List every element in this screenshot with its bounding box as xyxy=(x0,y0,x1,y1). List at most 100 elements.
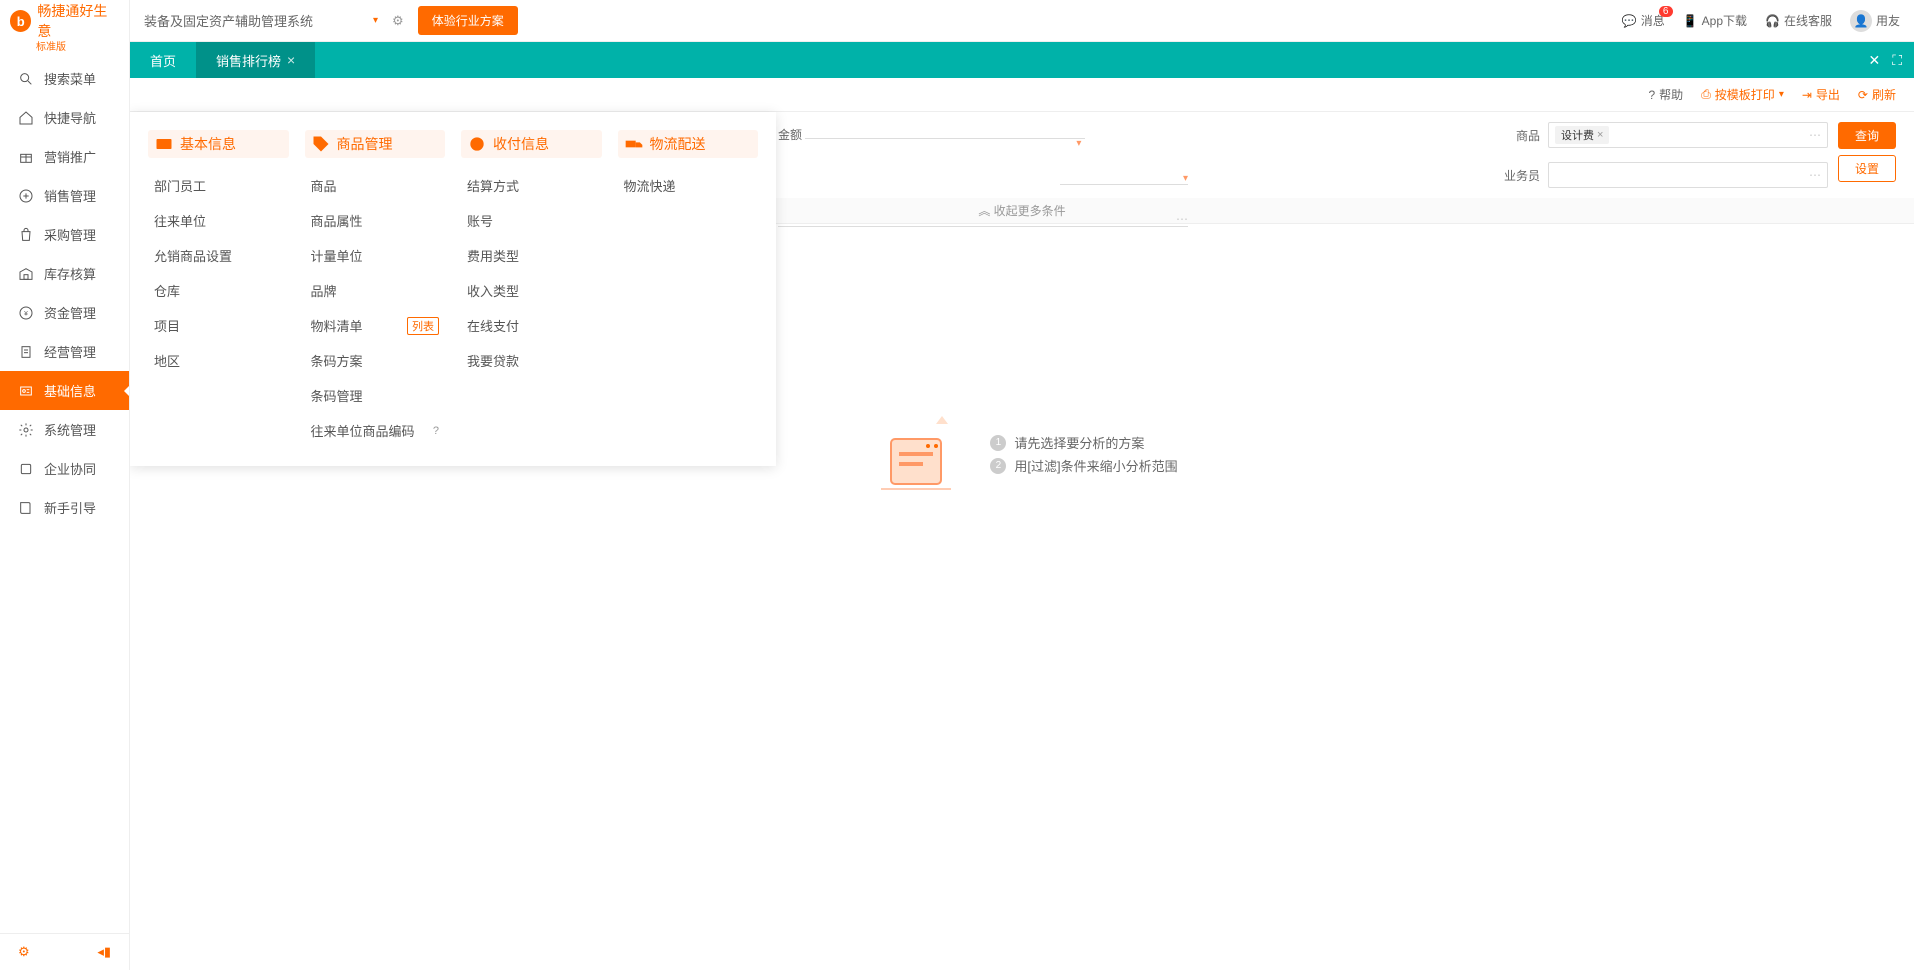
nav-sales[interactable]: 销售管理 xyxy=(0,176,129,215)
flyout-item-settlement[interactable]: 结算方式 xyxy=(461,168,602,203)
chevron-down-icon: ▾ xyxy=(373,15,378,26)
user-menu[interactable]: 👤 用友 xyxy=(1850,10,1900,32)
flyout-item-express[interactable]: 物流快递 xyxy=(618,168,759,203)
nav-enterprise[interactable]: 企业协同 xyxy=(0,449,129,488)
cart-icon xyxy=(18,188,34,204)
empty-illustration xyxy=(866,404,966,504)
help-button[interactable]: ?帮助 xyxy=(1648,86,1683,103)
flyout-item-barcode-scheme[interactable]: 条码方案 xyxy=(305,343,446,378)
flyout-item-income-type[interactable]: 收入类型 xyxy=(461,273,602,308)
brand-name: 畅捷通好生意 xyxy=(37,1,119,41)
salesperson-label: 业务员 xyxy=(1500,167,1540,184)
online-service-button[interactable]: 🎧 在线客服 xyxy=(1765,12,1832,29)
nav-purchase[interactable]: 采购管理 xyxy=(0,215,129,254)
flyout-item-online-pay[interactable]: 在线支付 xyxy=(461,308,602,343)
tag-remove-icon[interactable]: × xyxy=(1597,129,1603,141)
flyout-item-barcode-mgmt[interactable]: 条码管理 xyxy=(305,378,446,413)
refresh-icon: ⟳ xyxy=(1858,88,1868,102)
flyout-item-warehouse[interactable]: 仓库 xyxy=(148,273,289,308)
more-icon: ⋯ xyxy=(1176,212,1188,226)
flyout-section-goods: 商品管理 xyxy=(305,130,446,158)
sidebar: b 畅捷通好生意 标准版 搜索菜单 快捷导航 营销推广 销售管理 xyxy=(0,0,130,970)
search-icon xyxy=(18,71,34,87)
flyout-item-dept-staff[interactable]: 部门员工 xyxy=(148,168,289,203)
product-input[interactable]: 设计费 × ⋯ xyxy=(1548,122,1828,148)
home-icon xyxy=(18,110,34,126)
system-settings-icon[interactable]: ⚙ xyxy=(392,13,404,29)
flyout-item-brand[interactable]: 品牌 xyxy=(305,273,446,308)
collapse-sidebar-icon[interactable]: ◂▮ xyxy=(97,944,111,960)
page-toolbar: ?帮助 ⎙按模板打印▾ ⇥导出 ⟳刷新 xyxy=(130,78,1914,112)
step-number-1: 1 xyxy=(990,435,1006,451)
chevron-down-icon: ▾ xyxy=(1076,138,1081,149)
close-icon[interactable]: × xyxy=(287,52,295,68)
flyout-item-goods-attr[interactable]: 商品属性 xyxy=(305,203,446,238)
flyout-item-account[interactable]: 账号 xyxy=(461,203,602,238)
flyout-item-unit[interactable]: 计量单位 xyxy=(305,238,446,273)
flyout-item-allowed-goods[interactable]: 允销商品设置 xyxy=(148,238,289,273)
flyout-section-payment: 收付信息 xyxy=(461,130,602,158)
tag-icon xyxy=(311,134,331,154)
nav-inventory[interactable]: 库存核算 xyxy=(0,254,129,293)
nav-search-menu[interactable]: 搜索菜单 xyxy=(0,59,129,98)
tab-sales-ranking[interactable]: 销售排行榜 × xyxy=(196,42,315,78)
product-tag: 设计费 × xyxy=(1555,126,1609,144)
refresh-button[interactable]: ⟳刷新 xyxy=(1858,86,1896,103)
nav-business[interactable]: 经营管理 xyxy=(0,332,129,371)
content-area: ?帮助 ⎙按模板打印▾ ⇥导出 ⟳刷新 基本信息 部门员工 往来单位 允销商品设… xyxy=(130,78,1914,970)
help-icon[interactable]: ? xyxy=(433,425,439,437)
nav-quick[interactable]: 快捷导航 xyxy=(0,98,129,137)
system-select[interactable]: 装备及固定资产辅助管理系统 ▾ xyxy=(144,11,378,30)
settings-icon[interactable]: ⚙ xyxy=(18,944,30,960)
brand-logo[interactable]: b 畅捷通好生意 xyxy=(0,0,129,42)
tab-home[interactable]: 首页 xyxy=(130,42,196,78)
try-industry-button[interactable]: 体验行业方案 xyxy=(418,6,518,35)
step-number-2: 2 xyxy=(990,458,1006,474)
empty-step-1: 请先选择要分析的方案 xyxy=(1014,433,1144,452)
product-label: 商品 xyxy=(1500,127,1540,144)
flyout-item-loan[interactable]: 我要贷款 xyxy=(461,343,602,378)
flyout-section-basic: 基本信息 xyxy=(148,130,289,158)
nav-basic-info[interactable]: 基础信息 xyxy=(0,371,129,410)
help-icon: ? xyxy=(1648,88,1655,102)
topbar: 装备及固定资产辅助管理系统 ▾ ⚙ 体验行业方案 💬 消息 6 📱 App下载 … xyxy=(130,0,1914,42)
print-button[interactable]: ⎙按模板打印▾ xyxy=(1701,86,1784,103)
flyout-item-bom[interactable]: 物料清单列表 xyxy=(305,308,446,343)
nav-finance[interactable]: ¥ 资金管理 xyxy=(0,293,129,332)
settings-button[interactable]: 设置 xyxy=(1838,155,1896,182)
flyout-item-partner-codes[interactable]: 往来单位商品编码? xyxy=(305,413,446,448)
flyout-item-region[interactable]: 地区 xyxy=(148,343,289,378)
tab-bar: 首页 销售排行榜 × ✕ ⛶ xyxy=(130,42,1914,78)
phone-icon: 📱 xyxy=(1683,14,1698,28)
headset-icon: 🎧 xyxy=(1765,14,1780,28)
coin-icon xyxy=(467,134,487,154)
filter-unknown-dropdown[interactable]: ▾ xyxy=(1060,170,1188,185)
app-download-button[interactable]: 📱 App下载 xyxy=(1683,12,1747,29)
id-card-icon xyxy=(154,134,174,154)
filter-unknown-input[interactable]: ⋯ xyxy=(778,212,1188,227)
nav-marketing[interactable]: 营销推广 xyxy=(0,137,129,176)
flyout-section-logistics: 物流配送 xyxy=(618,130,759,158)
nav-system[interactable]: 系统管理 xyxy=(0,410,129,449)
flyout-item-expense-type[interactable]: 费用类型 xyxy=(461,238,602,273)
salesperson-input[interactable]: ⋯ xyxy=(1548,162,1828,188)
export-button[interactable]: ⇥导出 xyxy=(1802,86,1840,103)
close-all-tabs-icon[interactable]: ✕ xyxy=(1868,52,1880,69)
list-badge[interactable]: 列表 xyxy=(407,317,439,335)
chat-icon: 💬 xyxy=(1622,14,1637,28)
fullscreen-icon[interactable]: ⛶ xyxy=(1892,52,1902,69)
sidebar-nav: 搜索菜单 快捷导航 营销推广 销售管理 采购管理 库存核算 xyxy=(0,59,129,933)
messages-button[interactable]: 💬 消息 6 xyxy=(1622,12,1665,29)
filter-amount-partial[interactable]: 金额 ▾ xyxy=(778,126,1085,143)
nav-guide[interactable]: 新手引导 xyxy=(0,488,129,527)
flyout-item-goods[interactable]: 商品 xyxy=(305,168,446,203)
gear-icon xyxy=(18,422,34,438)
more-icon[interactable]: ⋯ xyxy=(1809,128,1821,142)
more-icon[interactable]: ⋯ xyxy=(1809,168,1821,182)
link-icon xyxy=(18,461,34,477)
query-button[interactable]: 查询 xyxy=(1838,122,1896,149)
flyout-item-contacts[interactable]: 往来单位 xyxy=(148,203,289,238)
flyout-item-project[interactable]: 项目 xyxy=(148,308,289,343)
empty-step-2: 用[过滤]条件来缩小分析范围 xyxy=(1014,456,1177,475)
id-card-icon xyxy=(18,383,34,399)
